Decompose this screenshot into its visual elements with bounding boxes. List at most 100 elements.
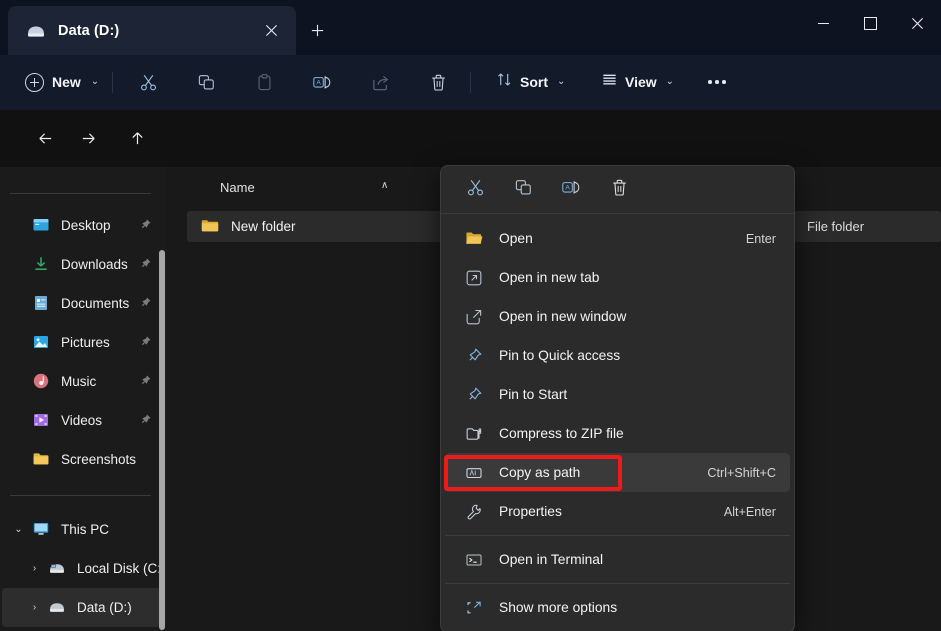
sidebar-item-label: Screenshots: [61, 452, 136, 467]
rename-button[interactable]: A: [555, 174, 587, 206]
context-menu-item-copy-as-path[interactable]: Copy as path Ctrl+Shift+C: [445, 453, 790, 492]
more-button[interactable]: [701, 66, 733, 98]
drive-icon: [26, 21, 46, 41]
cut-icon: [139, 73, 158, 92]
context-menu: A: [440, 165, 795, 631]
cut-button[interactable]: [132, 66, 164, 98]
context-menu-item-show-more-options[interactable]: Show more options: [445, 588, 790, 627]
sidebar-item-this-pc[interactable]: ⌄ This PC: [2, 510, 161, 549]
context-menu-item-pin-to-quick-access[interactable]: Pin to Quick access: [445, 336, 790, 375]
sidebar-item-data-d[interactable]: › Data (D:): [2, 588, 161, 627]
pin-icon[interactable]: [139, 257, 152, 270]
up-button[interactable]: [121, 122, 154, 155]
share-button[interactable]: [364, 66, 396, 98]
terminal-icon: [464, 550, 484, 570]
sidebar-divider-2: [10, 495, 151, 496]
context-menu-item-label: Open: [499, 231, 533, 246]
new-button[interactable]: New ⌄: [16, 65, 108, 99]
context-menu-items: Open Enter Open in new tab: [441, 214, 794, 631]
pictures-icon: [32, 333, 51, 352]
zip-icon: [464, 424, 484, 444]
sort-label: Sort: [520, 74, 548, 90]
context-menu-item-open[interactable]: Open Enter: [445, 219, 790, 258]
sidebar-item-label: Documents: [61, 296, 129, 311]
new-tab-button[interactable]: [300, 13, 334, 47]
pin-icon[interactable]: [139, 296, 152, 309]
local-disk-icon: [48, 559, 67, 578]
view-label: View: [625, 74, 657, 90]
sidebar-item-label: Music: [61, 374, 96, 389]
chevron-right-icon[interactable]: ›: [28, 562, 41, 575]
window-controls: [800, 0, 941, 47]
copy-button[interactable]: [190, 66, 222, 98]
recent-locations-button[interactable]: [84, 122, 117, 155]
sidebar-scrollbar[interactable]: [159, 250, 165, 630]
context-menu-item-pin-to-start[interactable]: Pin to Start: [445, 375, 790, 414]
svg-text:A: A: [316, 79, 321, 86]
copy-button[interactable]: [507, 174, 539, 206]
delete-button[interactable]: [603, 174, 635, 206]
sort-button[interactable]: Sort ⌄: [487, 65, 574, 99]
new-button-label: New: [52, 74, 81, 90]
close-icon[interactable]: [256, 16, 286, 46]
pin-icon[interactable]: [139, 413, 152, 426]
delete-button[interactable]: [422, 66, 454, 98]
view-lines-icon: [601, 71, 618, 93]
context-menu-item-label: Compress to ZIP file: [499, 426, 624, 441]
computer-icon: [32, 520, 51, 539]
file-explorer-window: Data (D:) New ⌄: [0, 0, 941, 631]
context-menu-item-label: Open in Terminal: [499, 552, 603, 567]
column-header-name[interactable]: Name: [220, 180, 255, 195]
title-bar: Data (D:): [0, 0, 941, 55]
pin-icon: [464, 385, 484, 405]
sidebar-item-pictures[interactable]: Pictures: [2, 323, 161, 362]
sidebar-item-videos[interactable]: Videos: [2, 401, 161, 440]
sidebar-item-label: Desktop: [61, 218, 111, 233]
trash-icon: [429, 73, 448, 92]
context-menu-item-compress-to-zip[interactable]: Compress to ZIP file: [445, 414, 790, 453]
pin-icon: [464, 346, 484, 366]
chevron-down-icon[interactable]: ⌄: [12, 523, 25, 536]
sidebar-item-label: Downloads: [61, 257, 128, 272]
paste-icon: [255, 73, 274, 92]
view-button[interactable]: View ⌄: [592, 65, 683, 99]
chevron-down-icon: ⌄: [91, 77, 99, 87]
context-menu-item-accel: Alt+Enter: [724, 505, 776, 519]
folder-icon: [201, 218, 220, 235]
documents-icon: [32, 294, 51, 313]
context-menu-item-open-in-new-window[interactable]: Open in new window: [445, 297, 790, 336]
copy-path-icon: [464, 463, 484, 483]
cut-button[interactable]: [459, 174, 491, 206]
sort-indicator-icon: ∧: [381, 180, 388, 191]
maximize-icon[interactable]: [847, 0, 894, 47]
rename-button[interactable]: A: [306, 66, 338, 98]
open-new-tab-icon: [464, 268, 484, 288]
pin-icon[interactable]: [139, 218, 152, 231]
sidebar-item-music[interactable]: Music: [2, 362, 161, 401]
tab-data-d[interactable]: Data (D:): [8, 6, 296, 55]
context-menu-item-properties[interactable]: Properties Alt+Enter: [445, 492, 790, 531]
sidebar-item-downloads[interactable]: Downloads: [2, 245, 161, 284]
sidebar-item-screenshots[interactable]: Screenshots: [2, 440, 161, 479]
sort-arrows-icon: [496, 71, 513, 93]
back-button[interactable]: [29, 122, 62, 155]
sidebar-item-desktop[interactable]: Desktop: [2, 206, 161, 245]
sidebar-item-documents[interactable]: Documents: [2, 284, 161, 323]
folder-icon: [32, 450, 51, 469]
minimize-icon[interactable]: [800, 0, 847, 47]
context-menu-item-accel: Enter: [746, 232, 776, 246]
context-menu-icon-row: A: [441, 166, 794, 214]
chevron-down-icon: ⌄: [666, 77, 674, 87]
close-icon[interactable]: [894, 0, 941, 47]
navigation-bar: › This PC › Data (D:) ⌄: [0, 110, 941, 167]
context-menu-item-open-in-new-tab[interactable]: Open in new tab: [445, 258, 790, 297]
pin-icon[interactable]: [139, 374, 152, 387]
context-menu-item-label: Pin to Quick access: [499, 348, 620, 363]
paste-button[interactable]: [248, 66, 280, 98]
share-icon: [371, 73, 390, 92]
pin-icon[interactable]: [139, 335, 152, 348]
chevron-right-icon[interactable]: ›: [28, 601, 41, 614]
context-menu-item-label: Properties: [499, 504, 562, 519]
context-menu-item-open-in-terminal[interactable]: Open in Terminal: [445, 540, 790, 579]
sidebar-item-local-disk-c[interactable]: › Local Disk (C:): [2, 549, 161, 588]
